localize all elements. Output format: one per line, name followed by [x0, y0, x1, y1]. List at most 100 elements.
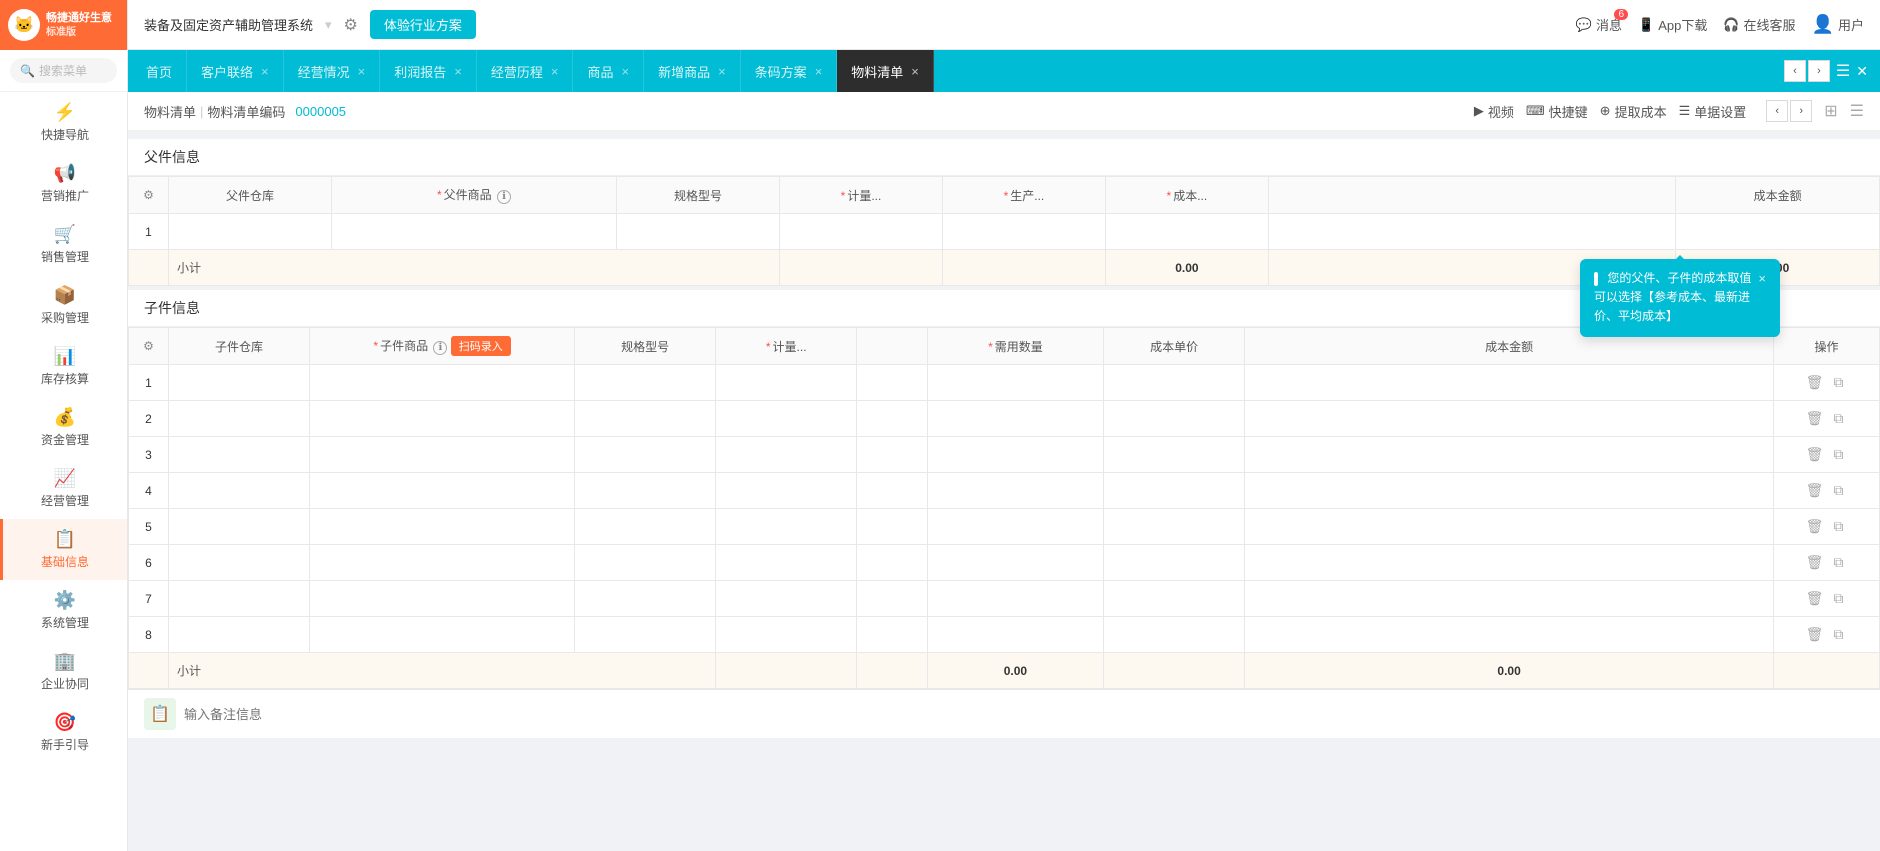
child-row1-spec[interactable] [575, 365, 716, 401]
single-setting-btn[interactable]: ☰ 单据设置 [1679, 102, 1747, 121]
child-row7-delete-icon[interactable]: 🗑 [1805, 589, 1825, 609]
child-row3-copy-icon[interactable]: ⧉ [1829, 445, 1849, 465]
child-row7-spec[interactable] [575, 581, 716, 617]
child-product-info-icon[interactable]: ℹ [433, 341, 447, 355]
message-action[interactable]: 💬 消息 6 [1576, 15, 1622, 34]
child-row4-unit-cost[interactable] [1104, 473, 1245, 509]
child-row2-unit-cost[interactable] [1104, 401, 1245, 437]
parent-product-info-icon[interactable]: ℹ [497, 190, 511, 204]
child-row7-unit-cost[interactable] [1104, 581, 1245, 617]
child-row1-warehouse[interactable] [169, 365, 310, 401]
app-download-action[interactable]: 📱 App下载 [1638, 15, 1707, 34]
child-row8-unit-cost[interactable] [1104, 617, 1245, 653]
tab-profit[interactable]: 利润报告 × [380, 50, 477, 92]
child-row8-qty[interactable] [927, 617, 1103, 653]
grid-view-icon[interactable]: ⊞ [1824, 101, 1837, 121]
sidebar-item-marketing[interactable]: 📢 营销推广 [0, 153, 127, 214]
tab-operations[interactable]: 经营情况 × [284, 50, 381, 92]
content-prev-btn[interactable]: ‹ [1766, 100, 1788, 122]
online-service-action[interactable]: 🎧 在线客服 [1723, 15, 1795, 34]
child-th-gear[interactable]: ⚙ [129, 328, 169, 365]
child-row5-delete-icon[interactable]: 🗑 [1805, 517, 1825, 537]
parent-row1-unit[interactable] [780, 214, 943, 250]
child-row1-unit-cost[interactable] [1104, 365, 1245, 401]
child-row1-product[interactable] [310, 365, 575, 401]
tab-history-close[interactable]: × [551, 64, 559, 79]
tab-barcode-close[interactable]: × [815, 64, 823, 79]
tab-prev-btn[interactable]: ‹ [1784, 60, 1806, 82]
child-row6-unit-cost[interactable] [1104, 545, 1245, 581]
sidebar-search[interactable]: 🔍 搜索菜单 [0, 50, 127, 92]
parent-row1-product[interactable] [331, 214, 616, 250]
child-row4-qty[interactable] [927, 473, 1103, 509]
child-row7-copy-icon[interactable]: ⧉ [1829, 589, 1849, 609]
content-next-btn[interactable]: › [1790, 100, 1812, 122]
sidebar-item-sales[interactable]: 🛒 销售管理 [0, 214, 127, 275]
child-row6-warehouse[interactable] [169, 545, 310, 581]
child-row3-unit[interactable] [716, 437, 857, 473]
user-action[interactable]: 👤 用户 [1812, 14, 1864, 35]
child-row4-spec[interactable] [575, 473, 716, 509]
child-row6-delete-icon[interactable]: 🗑 [1805, 553, 1825, 573]
tab-new-product-close[interactable]: × [718, 64, 726, 79]
sidebar-item-finance[interactable]: 💰 资金管理 [0, 397, 127, 458]
sidebar-item-purchase[interactable]: 📦 采购管理 [0, 275, 127, 336]
child-row2-spec[interactable] [575, 401, 716, 437]
tab-next-btn[interactable]: › [1808, 60, 1830, 82]
child-row6-qty[interactable] [927, 545, 1103, 581]
child-row7-unit[interactable] [716, 581, 857, 617]
remark-input[interactable] [184, 707, 1864, 722]
child-row5-unit-cost[interactable] [1104, 509, 1245, 545]
tab-products[interactable]: 商品 × [573, 50, 644, 92]
parent-th-gear[interactable]: ⚙ [129, 177, 169, 214]
child-gear-icon[interactable]: ⚙ [139, 336, 159, 356]
child-row6-unit[interactable] [716, 545, 857, 581]
parent-gear-icon[interactable]: ⚙ [139, 185, 159, 205]
scan-input-btn[interactable]: 扫码录入 [451, 336, 511, 356]
parent-row1-production[interactable] [942, 214, 1105, 250]
sidebar-item-basic-info[interactable]: 📋 基础信息 [0, 519, 127, 580]
tab-customers-close[interactable]: × [261, 64, 269, 79]
child-row2-product[interactable] [310, 401, 575, 437]
view-btn[interactable]: ▶ 视频 [1474, 102, 1514, 121]
child-row5-qty[interactable] [927, 509, 1103, 545]
child-row4-unit[interactable] [716, 473, 857, 509]
child-row6-copy-icon[interactable]: ⧉ [1829, 553, 1849, 573]
tab-history[interactable]: 经营历程 × [477, 50, 574, 92]
tab-close-all-icon[interactable]: ✕ [1856, 63, 1868, 80]
child-row2-unit[interactable] [716, 401, 857, 437]
tab-barcode[interactable]: 条码方案 × [741, 50, 838, 92]
child-row6-product[interactable] [310, 545, 575, 581]
child-row3-product[interactable] [310, 437, 575, 473]
child-row3-spec[interactable] [575, 437, 716, 473]
child-row1-unit[interactable] [716, 365, 857, 401]
tab-customers[interactable]: 客户联络 × [187, 50, 284, 92]
child-row5-spec[interactable] [575, 509, 716, 545]
tab-bom-close[interactable]: × [911, 64, 919, 79]
child-row2-delete-icon[interactable]: 🗑 [1805, 409, 1825, 429]
child-row8-warehouse[interactable] [169, 617, 310, 653]
tab-operations-close[interactable]: × [358, 64, 366, 79]
child-row4-product[interactable] [310, 473, 575, 509]
sidebar-item-quick-nav[interactable]: ⚡ 快捷导航 [0, 92, 127, 153]
extract-cost-btn[interactable]: ⊕ 提取成本 [1600, 102, 1667, 121]
child-row3-qty[interactable] [927, 437, 1103, 473]
child-row8-delete-icon[interactable]: 🗑 [1805, 625, 1825, 645]
child-row6-spec[interactable] [575, 545, 716, 581]
child-row8-copy-icon[interactable]: ⧉ [1829, 625, 1849, 645]
child-row2-copy-icon[interactable]: ⧉ [1829, 409, 1849, 429]
child-row5-copy-icon[interactable]: ⧉ [1829, 517, 1849, 537]
child-row3-delete-icon[interactable]: 🗑 [1805, 445, 1825, 465]
shortcut-btn[interactable]: ⌨ 快捷键 [1526, 102, 1588, 121]
sidebar-item-inventory[interactable]: 📊 库存核算 [0, 336, 127, 397]
tab-profit-close[interactable]: × [454, 64, 462, 79]
parent-row1-spec[interactable] [617, 214, 780, 250]
sidebar-item-operations[interactable]: 📈 经营管理 [0, 458, 127, 519]
child-row1-copy-icon[interactable]: ⧉ [1829, 373, 1849, 393]
child-row3-unit-cost[interactable] [1104, 437, 1245, 473]
gear-settings-icon[interactable]: ⚙ [344, 15, 358, 35]
parent-row1-warehouse[interactable] [169, 214, 332, 250]
child-row8-unit[interactable] [716, 617, 857, 653]
parent-row1-cost[interactable] [1105, 214, 1268, 250]
child-row7-qty[interactable] [927, 581, 1103, 617]
